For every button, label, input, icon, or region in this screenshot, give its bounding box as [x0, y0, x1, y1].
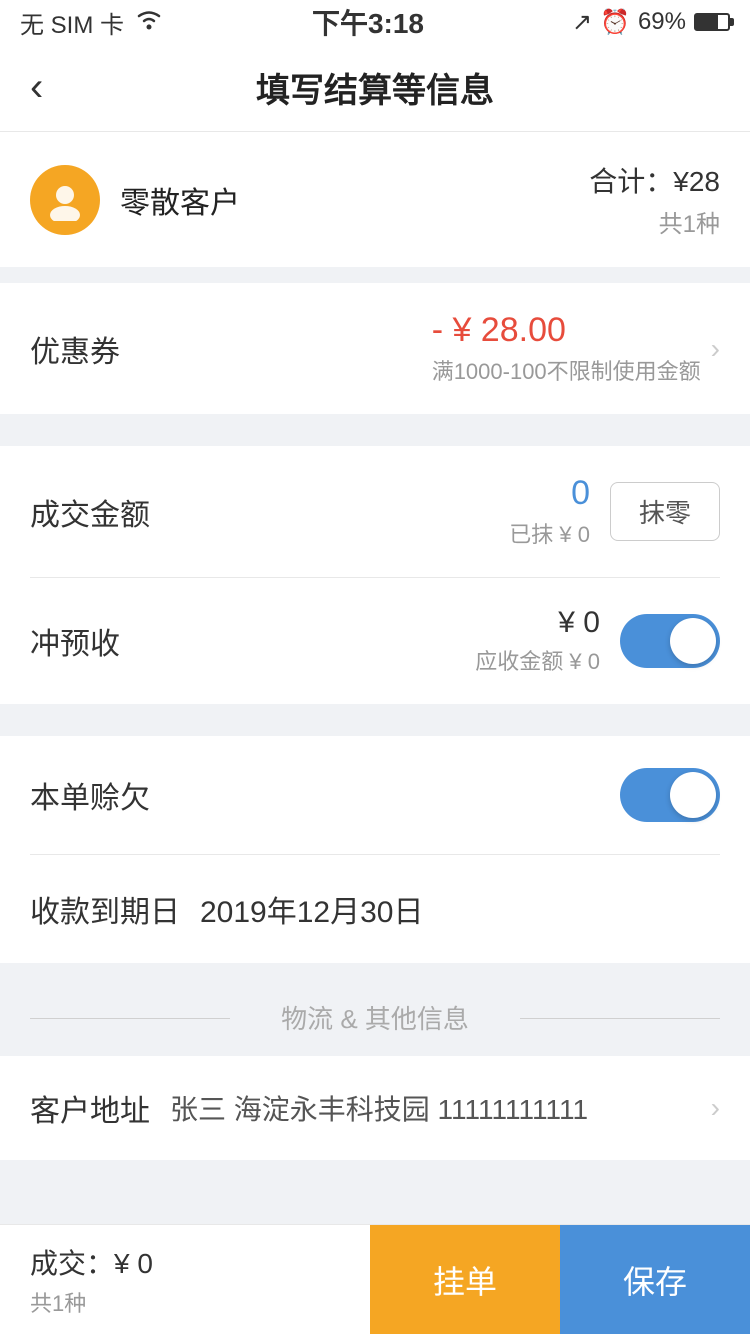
charge-advance-value-block: ¥ 0 应收金额 ¥ 0: [475, 606, 600, 676]
save-button[interactable]: 保存: [560, 1225, 750, 1334]
sim-status: 无 SIM 卡: [20, 5, 124, 40]
deal-amount-sub: 已抹 ¥ 0: [509, 517, 590, 549]
charge-advance-right: ¥ 0 应收金额 ¥ 0: [475, 606, 720, 676]
charge-advance-row: 冲预收 ¥ 0 应收金额 ¥ 0: [0, 578, 750, 704]
page-title: 填写结算等信息: [256, 63, 494, 112]
customer-section: 零散客户 合计：¥28 共1种: [0, 132, 750, 267]
avatar: [30, 165, 100, 235]
alarm-icon: ⏰: [600, 8, 630, 37]
wifi-icon: [134, 8, 164, 37]
nav-bar: ‹ 填写结算等信息: [0, 44, 750, 132]
debt-toggle[interactable]: [620, 768, 720, 822]
chevron-right-icon: ›: [711, 333, 720, 365]
battery-icon: [694, 13, 730, 31]
deal-amount-row: 成交金额 0 已抹 ¥ 0 抹零: [0, 446, 750, 577]
duedate-label: 收款到期日: [30, 887, 180, 931]
bottom-deal-row: 成交：¥ 0: [30, 1242, 340, 1282]
round-zero-button[interactable]: 抹零: [610, 482, 720, 541]
address-row[interactable]: 客户地址 张三 海淀永丰科技园 11111111111 ›: [0, 1056, 750, 1160]
charge-advance-sub: 应收金额 ¥ 0: [475, 644, 600, 676]
coupon-desc: 满1000-100不限制使用金额: [432, 354, 701, 386]
address-section: 客户地址 张三 海淀永丰科技园 11111111111 ›: [0, 1056, 750, 1160]
bottom-count: 共1种: [30, 1286, 340, 1318]
charge-advance-label: 冲预收: [30, 619, 120, 663]
deal-amount-label: 成交金额: [30, 490, 150, 534]
duedate-value: 2019年12月30日: [200, 887, 423, 931]
deal-amount-section: 成交金额 0 已抹 ¥ 0 抹零 冲预收 ¥ 0 应收金额 ¥ 0: [0, 446, 750, 704]
coupon-amount: - ¥ 28.00: [432, 311, 701, 350]
debt-row: 本单赊欠: [0, 736, 750, 854]
coupon-section: 优惠券 - ¥ 28.00 满1000-100不限制使用金额 ›: [0, 283, 750, 414]
bottom-deal-label: 成交：: [30, 1248, 114, 1279]
customer-left: 零散客户: [30, 165, 240, 235]
deal-amount-value: 0: [571, 474, 590, 512]
duedate-row: 收款到期日 2019年12月30日: [0, 855, 750, 963]
location-icon: ↗: [572, 8, 592, 37]
address-value: 张三 海淀永丰科技园 11111111111: [170, 1088, 711, 1128]
coupon-label: 优惠券: [30, 327, 120, 371]
section-separator-2: [0, 720, 750, 736]
customer-row: 零散客户 合计：¥28 共1种: [0, 132, 750, 267]
bottom-summary: 成交：¥ 0 共1种: [0, 1242, 370, 1318]
section-separator-1: [0, 430, 750, 446]
bottom-bar: 成交：¥ 0 共1种 挂单 保存: [0, 1224, 750, 1334]
address-chevron-icon: ›: [711, 1092, 720, 1124]
coupon-right: - ¥ 28.00 满1000-100不限制使用金额 ›: [432, 311, 720, 386]
toggle-knob: [670, 618, 716, 664]
debt-label: 本单赊欠: [30, 773, 150, 817]
battery-percent: 69%: [638, 8, 686, 36]
coupon-row[interactable]: 优惠券 - ¥ 28.00 满1000-100不限制使用金额 ›: [0, 283, 750, 414]
deal-amount-right: 0 已抹 ¥ 0 抹零: [509, 474, 720, 549]
customer-count: 共1种: [589, 204, 720, 239]
debt-section: 本单赊欠 收款到期日 2019年12月30日: [0, 736, 750, 963]
bottom-deal-amount: ¥ 0: [114, 1248, 153, 1279]
debt-toggle-knob: [670, 772, 716, 818]
charge-advance-amount: ¥ 0: [475, 606, 600, 640]
status-bar: 无 SIM 卡 下午3:18 ↗ ⏰ 69%: [0, 0, 750, 44]
status-bar-time: 下午3:18: [312, 2, 424, 42]
charge-advance-toggle[interactable]: [620, 614, 720, 668]
logistics-divider: 物流 & 其他信息: [0, 979, 750, 1056]
deal-amount-value-block: 0 已抹 ¥ 0: [509, 474, 590, 549]
customer-name: 零散客户: [120, 178, 240, 222]
status-bar-left: 无 SIM 卡: [20, 5, 164, 40]
customer-right: 合计：¥28 共1种: [589, 160, 720, 239]
status-bar-right: ↗ ⏰ 69%: [572, 8, 730, 37]
back-button[interactable]: ‹: [30, 65, 43, 110]
coupon-value-block: - ¥ 28.00 满1000-100不限制使用金额: [432, 311, 701, 386]
address-label: 客户地址: [30, 1086, 150, 1130]
logistics-divider-text: 物流 & 其他信息: [281, 1004, 469, 1034]
customer-total: 合计：¥28: [589, 160, 720, 200]
hang-order-button[interactable]: 挂单: [370, 1225, 560, 1334]
